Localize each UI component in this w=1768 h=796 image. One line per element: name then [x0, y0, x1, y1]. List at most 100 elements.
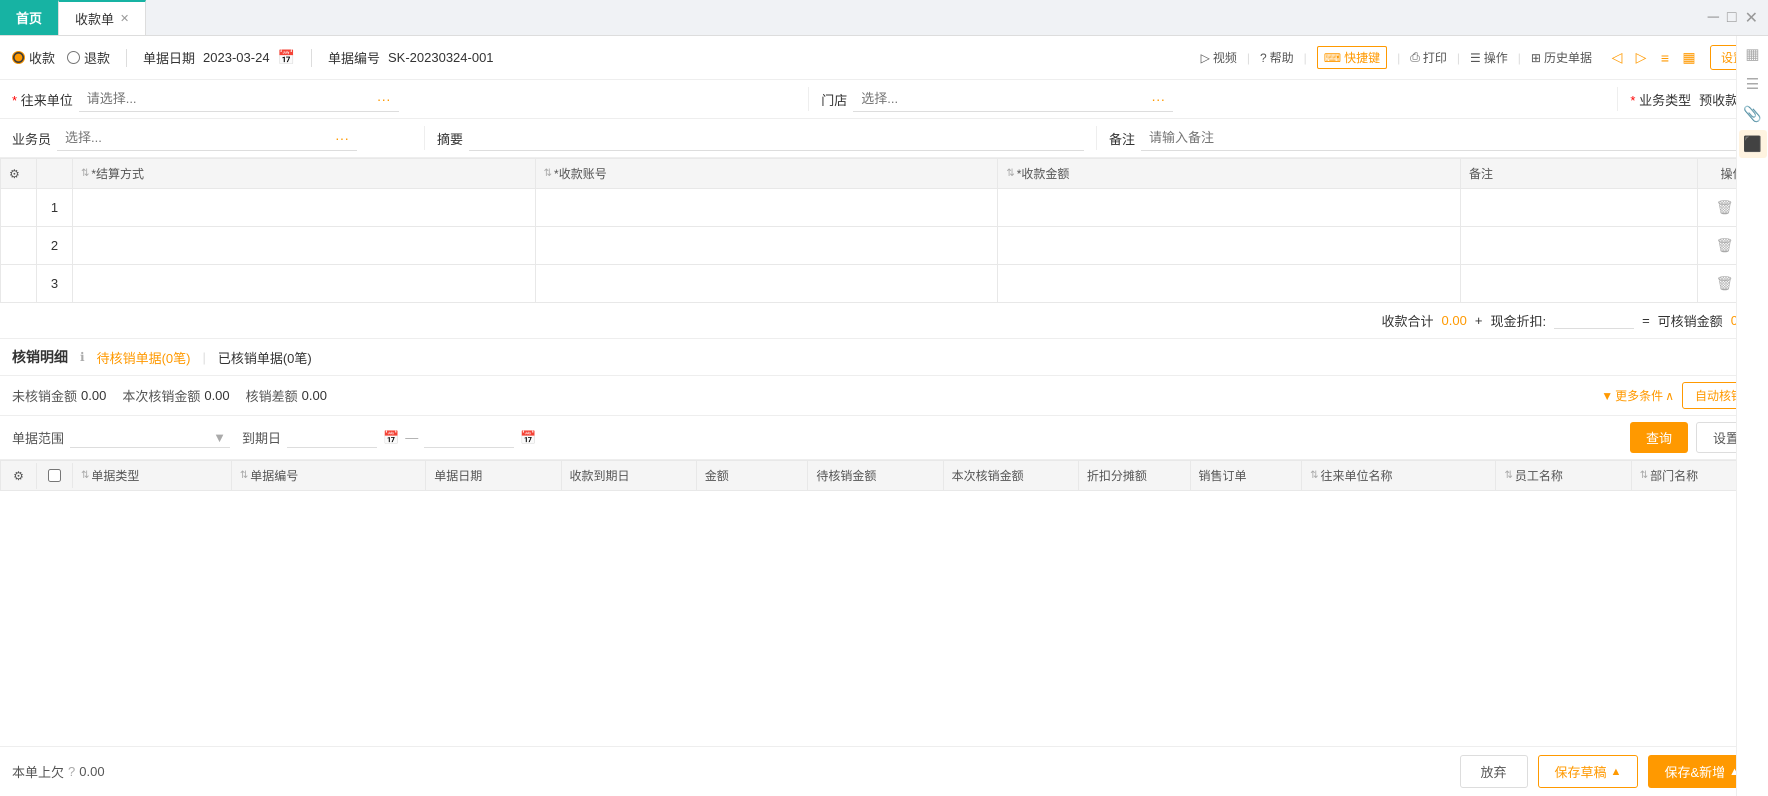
row-settle-2[interactable]: [73, 227, 536, 265]
row-account-3[interactable]: [535, 265, 998, 303]
counterpart-more-btn[interactable]: ···: [373, 91, 395, 107]
receipt-radio-label[interactable]: 收款: [12, 48, 55, 67]
window-minimize-icon[interactable]: ─: [1708, 9, 1719, 27]
window-close-icon[interactable]: ✕: [1745, 8, 1758, 28]
form-divider-1: [808, 87, 809, 111]
row-remark-2[interactable]: [1460, 227, 1697, 265]
summary-input[interactable]: [473, 128, 1080, 147]
counterpart-input-box[interactable]: ···: [79, 86, 399, 112]
remark-input[interactable]: [1145, 128, 1752, 147]
store-input-box[interactable]: ···: [853, 86, 1173, 112]
store-more-btn[interactable]: ···: [1147, 91, 1169, 107]
delete-icon-2[interactable]: 🗑: [1716, 237, 1734, 254]
row-amount-3[interactable]: [998, 265, 1461, 303]
range-filter-label: 单据范围: [12, 428, 64, 447]
sort-icon-6: ⇅: [1310, 470, 1318, 481]
hexiao-filter-group: ▼ 更多条件 ∧ 自动核销: [1601, 382, 1756, 409]
delete-icon-1[interactable]: 🗑: [1716, 199, 1734, 216]
remark-input-box[interactable]: [1141, 125, 1756, 151]
staff-more-btn[interactable]: ···: [331, 130, 353, 146]
next-icon[interactable]: ▷: [1630, 47, 1652, 69]
help-label: 帮助: [1270, 49, 1294, 66]
row-settle-1[interactable]: [73, 189, 536, 227]
hexiao-inner: [0, 491, 1768, 746]
action-history[interactable]: ⊞ 历史单据: [1531, 49, 1592, 66]
delete-icon-3[interactable]: 🗑: [1716, 275, 1734, 292]
date-calendar-icon[interactable]: 📅: [278, 49, 295, 66]
receipt-amount-label: *收款金额: [1017, 165, 1070, 182]
bottom-gear-col[interactable]: ⚙: [1, 463, 37, 489]
row-remark-1[interactable]: [1460, 189, 1697, 227]
query-button[interactable]: 查询: [1630, 422, 1688, 453]
staff-input[interactable]: [61, 128, 331, 147]
row-remark-3[interactable]: [1460, 265, 1697, 303]
summary-input-box[interactable]: [469, 125, 1084, 151]
sidebar-table-icon[interactable]: ▦: [1739, 40, 1767, 68]
prev-icon[interactable]: ◁: [1606, 47, 1628, 69]
bottom-check-all[interactable]: [48, 469, 61, 482]
discount-input[interactable]: [1554, 313, 1634, 329]
due-date-to-input[interactable]: 2022-04-12: [424, 428, 514, 448]
sidebar-clip-icon[interactable]: 📎: [1739, 100, 1767, 128]
history-icon: ⊞: [1531, 51, 1541, 65]
receipt-radio[interactable]: [12, 51, 25, 64]
list-view-icon[interactable]: ≡: [1654, 47, 1676, 69]
action-print[interactable]: ⎙ 打印: [1410, 49, 1447, 66]
table-gear-header[interactable]: ⚙: [1, 159, 37, 189]
hexiao-done-tab[interactable]: 已核销单据(0笔): [218, 348, 312, 367]
window-maximize-icon[interactable]: □: [1727, 9, 1737, 27]
tab-close-icon[interactable]: ✕: [120, 12, 129, 25]
due-date-from-input[interactable]: 2022-04-01: [287, 428, 377, 448]
refund-radio[interactable]: [67, 51, 80, 64]
more-conditions-btn[interactable]: ▼ 更多条件 ∧: [1601, 387, 1674, 404]
action-video[interactable]: ▷ 视频: [1201, 49, 1237, 66]
table-rownum-header: [37, 159, 73, 189]
refund-radio-label[interactable]: 退款: [67, 48, 110, 67]
date-from-calendar-icon[interactable]: 📅: [383, 430, 399, 446]
doc-type-label: 单据类型: [91, 467, 139, 484]
sort-icon-4: ⇅: [81, 470, 89, 481]
help-icon: ?: [1260, 51, 1267, 65]
tab-home[interactable]: 首页: [0, 0, 58, 35]
store-field: 门店 ···: [821, 86, 1605, 112]
row-amount-2[interactable]: [998, 227, 1461, 265]
table-row: 1 🗑 ⊕: [1, 189, 1768, 227]
save-draft-caret-icon: ▲: [1611, 766, 1622, 778]
header-date-info: 单据日期 2023-03-24 📅: [143, 48, 295, 67]
sidebar-list-icon[interactable]: ☰: [1739, 70, 1767, 98]
business-type-required-mark: *: [1630, 93, 1635, 108]
equals-sign: =: [1642, 313, 1650, 328]
row-account-1[interactable]: [535, 189, 998, 227]
action-shortcut[interactable]: ⌨ 快捷键: [1317, 46, 1387, 69]
print-label: 打印: [1423, 49, 1447, 66]
row-amount-1[interactable]: [998, 189, 1461, 227]
store-input[interactable]: [857, 89, 1147, 108]
counterpart-col-label: 往来单位名称: [1321, 467, 1393, 484]
shortcut-label: 快捷键: [1344, 49, 1380, 66]
tab-receipt-label: 收款单: [75, 9, 114, 28]
hexiao-pending-tab[interactable]: 待核销单据(0笔): [97, 348, 191, 367]
staff-input-box[interactable]: ···: [57, 125, 357, 151]
date-to-calendar-icon[interactable]: 📅: [520, 430, 536, 446]
hexiao-stats-row: 未核销金额 0.00 本次核销金额 0.00 核销差额 0.00 ▼ 更多条件 …: [0, 376, 1768, 416]
sort-icon-2: ⇅: [544, 168, 552, 179]
row-settle-3[interactable]: [73, 265, 536, 303]
date-separator: —: [405, 430, 418, 445]
row-account-2[interactable]: [535, 227, 998, 265]
tab-receipt[interactable]: 收款单 ✕: [58, 0, 146, 35]
grid-view-icon[interactable]: ▦: [1678, 47, 1700, 69]
bottom-check-col[interactable]: [37, 463, 73, 488]
refund-radio-text: 退款: [84, 48, 110, 67]
receipt-refund-radio-group: 收款 退款: [12, 48, 110, 67]
save-draft-button[interactable]: 保存草稿 ▲: [1538, 755, 1639, 788]
action-operate[interactable]: ☰ 操作: [1470, 49, 1508, 66]
abandon-button[interactable]: 放弃: [1460, 755, 1528, 788]
hexiao-info-icon[interactable]: ℹ: [80, 350, 85, 364]
doc-date-label: 单据日期: [434, 467, 482, 484]
chevron-up-icon: ∧: [1665, 389, 1674, 403]
sidebar-screenshot-icon[interactable]: ⬛: [1739, 130, 1767, 158]
range-filter-select[interactable]: ▼: [70, 428, 230, 448]
counterpart-input[interactable]: [83, 89, 373, 108]
table-remark-header: 备注: [1460, 159, 1697, 189]
action-help[interactable]: ? 帮助: [1260, 49, 1294, 66]
